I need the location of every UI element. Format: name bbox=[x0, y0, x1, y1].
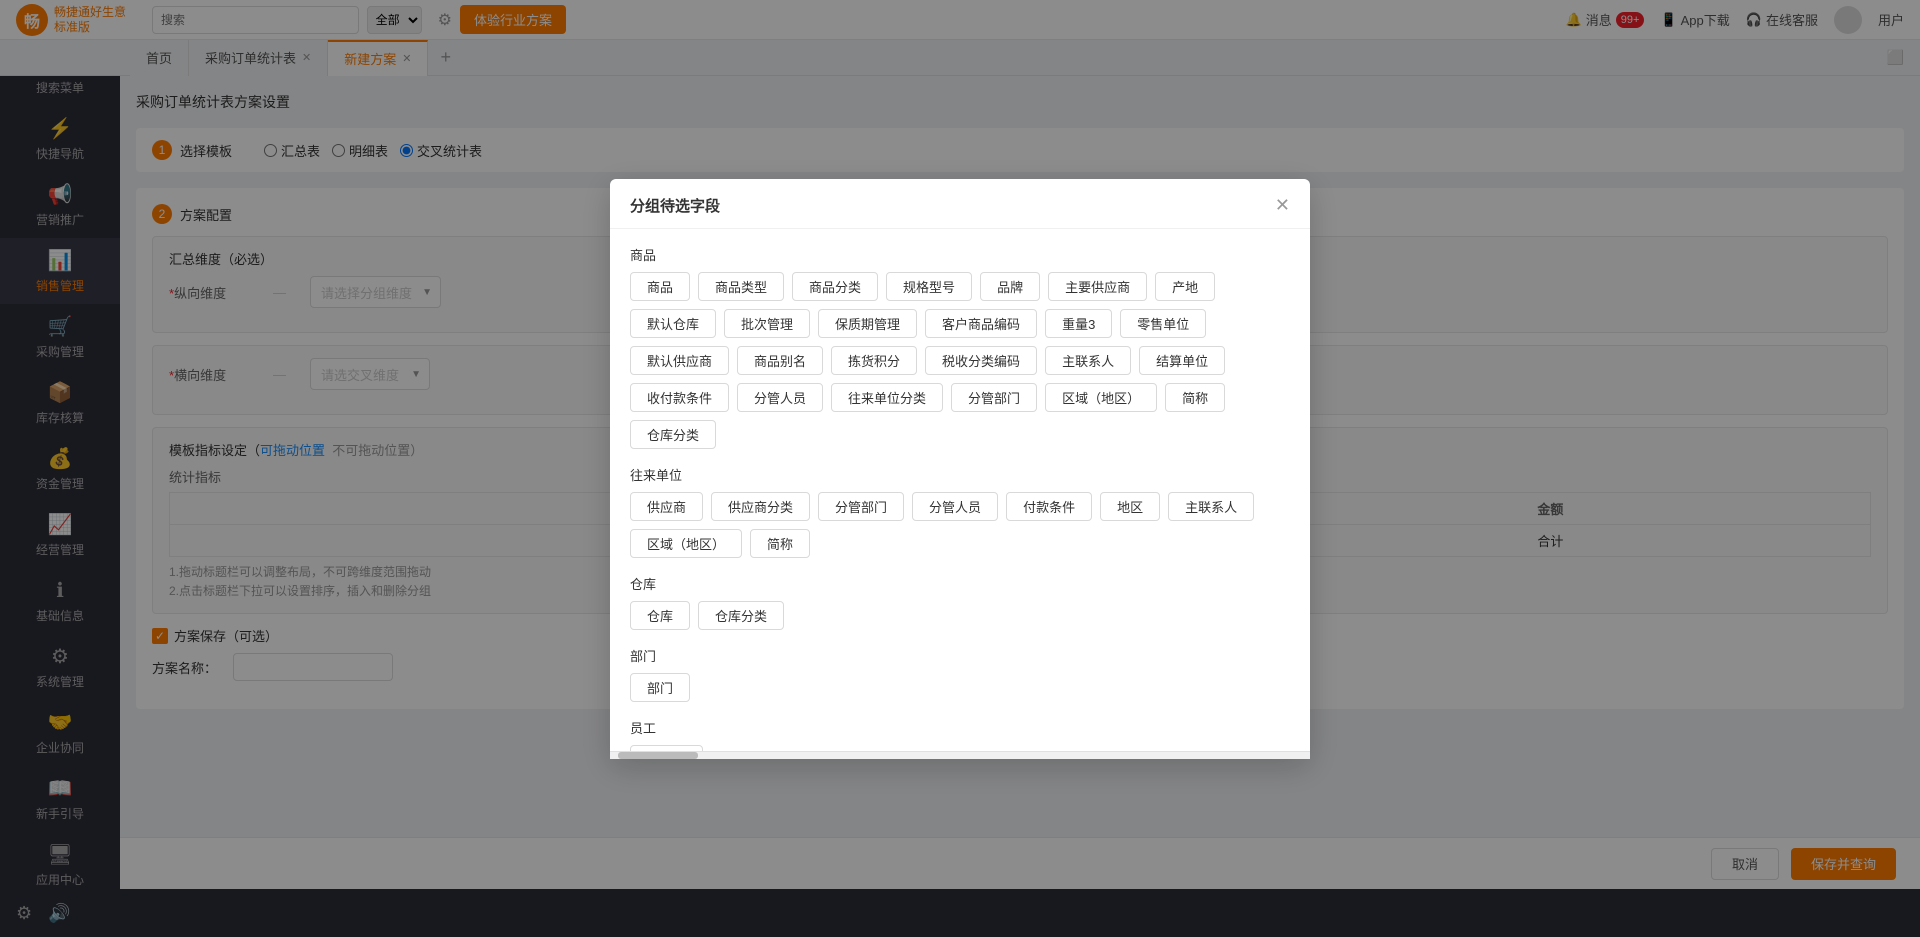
modal-section-tags-0: 商品商品类型商品分类规格型号品牌主要供应商产地默认仓库批次管理保质期管理客户商品… bbox=[630, 272, 1290, 449]
field-tag-0-23[interactable]: 区域（地区） bbox=[1045, 383, 1157, 412]
modal-dialog: 分组待选字段 ✕ 商品商品商品类型商品分类规格型号品牌主要供应商产地默认仓库批次… bbox=[610, 179, 1310, 759]
field-tag-0-10[interactable]: 客户商品编码 bbox=[925, 309, 1037, 338]
modal-section-title-1: 往来单位 bbox=[630, 465, 1290, 484]
field-tag-2-0[interactable]: 仓库 bbox=[630, 601, 690, 630]
field-tag-0-15[interactable]: 拣货积分 bbox=[831, 346, 917, 375]
field-tag-0-1[interactable]: 商品类型 bbox=[698, 272, 784, 301]
field-tag-0-18[interactable]: 结算单位 bbox=[1139, 346, 1225, 375]
modal-section-title-3: 部门 bbox=[630, 646, 1290, 665]
modal-body: 商品商品商品类型商品分类规格型号品牌主要供应商产地默认仓库批次管理保质期管理客户… bbox=[610, 229, 1310, 751]
field-tag-0-19[interactable]: 收付款条件 bbox=[630, 383, 729, 412]
field-tag-0-6[interactable]: 产地 bbox=[1155, 272, 1215, 301]
field-tag-1-8[interactable]: 简称 bbox=[750, 529, 810, 558]
field-tag-0-17[interactable]: 主联系人 bbox=[1045, 346, 1131, 375]
modal-section-0: 商品商品商品类型商品分类规格型号品牌主要供应商产地默认仓库批次管理保质期管理客户… bbox=[630, 245, 1290, 449]
field-tag-0-7[interactable]: 默认仓库 bbox=[630, 309, 716, 338]
field-tag-0-3[interactable]: 规格型号 bbox=[886, 272, 972, 301]
field-tag-1-7[interactable]: 区域（地区） bbox=[630, 529, 742, 558]
field-tag-0-2[interactable]: 商品分类 bbox=[792, 272, 878, 301]
field-tag-1-4[interactable]: 付款条件 bbox=[1006, 492, 1092, 521]
modal-section-3: 部门部门 bbox=[630, 646, 1290, 702]
field-tag-0-21[interactable]: 往来单位分类 bbox=[831, 383, 943, 412]
field-tag-0-4[interactable]: 品牌 bbox=[980, 272, 1040, 301]
field-tag-0-25[interactable]: 仓库分类 bbox=[630, 420, 716, 449]
field-tag-1-6[interactable]: 主联系人 bbox=[1168, 492, 1254, 521]
field-tag-1-3[interactable]: 分管人员 bbox=[912, 492, 998, 521]
modal-section-title-2: 仓库 bbox=[630, 574, 1290, 593]
modal-section-1: 往来单位供应商供应商分类分管部门分管人员付款条件地区主联系人区域（地区） 简称 bbox=[630, 465, 1290, 558]
field-tag-2-1[interactable]: 仓库分类 bbox=[698, 601, 784, 630]
modal-section-title-0: 商品 bbox=[630, 245, 1290, 264]
field-tag-1-0[interactable]: 供应商 bbox=[630, 492, 703, 521]
field-tag-0-22[interactable]: 分管部门 bbox=[951, 383, 1037, 412]
field-tag-0-24[interactable]: 简称 bbox=[1165, 383, 1225, 412]
modal-header: 分组待选字段 ✕ bbox=[610, 179, 1310, 229]
field-tag-1-2[interactable]: 分管部门 bbox=[818, 492, 904, 521]
field-tag-0-20[interactable]: 分管人员 bbox=[737, 383, 823, 412]
field-tag-0-14[interactable]: 商品别名 bbox=[737, 346, 823, 375]
field-tag-0-16[interactable]: 税收分类编码 bbox=[925, 346, 1037, 375]
modal-overlay[interactable]: 分组待选字段 ✕ 商品商品商品类型商品分类规格型号品牌主要供应商产地默认仓库批次… bbox=[0, 0, 1920, 937]
modal-title: 分组待选字段 bbox=[630, 195, 720, 216]
modal-hscroll[interactable] bbox=[610, 751, 1310, 759]
field-tag-0-13[interactable]: 默认供应商 bbox=[630, 346, 729, 375]
field-tag-0-5[interactable]: 主要供应商 bbox=[1048, 272, 1147, 301]
field-tag-1-1[interactable]: 供应商分类 bbox=[711, 492, 810, 521]
modal-section-4: 员工业务员 bbox=[630, 718, 1290, 751]
modal-close-button[interactable]: ✕ bbox=[1275, 195, 1290, 216]
modal-section-tags-1: 供应商供应商分类分管部门分管人员付款条件地区主联系人区域（地区） 简称 bbox=[630, 492, 1290, 558]
field-tag-0-11[interactable]: 重量3 bbox=[1045, 309, 1112, 338]
field-tag-0-8[interactable]: 批次管理 bbox=[724, 309, 810, 338]
field-tag-3-0[interactable]: 部门 bbox=[630, 673, 690, 702]
modal-section-tags-3: 部门 bbox=[630, 673, 1290, 702]
modal-section-title-4: 员工 bbox=[630, 718, 1290, 737]
modal-section-2: 仓库仓库仓库分类 bbox=[630, 574, 1290, 630]
field-tag-0-0[interactable]: 商品 bbox=[630, 272, 690, 301]
field-tag-1-5[interactable]: 地区 bbox=[1100, 492, 1160, 521]
modal-section-tags-2: 仓库仓库分类 bbox=[630, 601, 1290, 630]
field-tag-0-12[interactable]: 零售单位 bbox=[1120, 309, 1206, 338]
field-tag-0-9[interactable]: 保质期管理 bbox=[818, 309, 917, 338]
